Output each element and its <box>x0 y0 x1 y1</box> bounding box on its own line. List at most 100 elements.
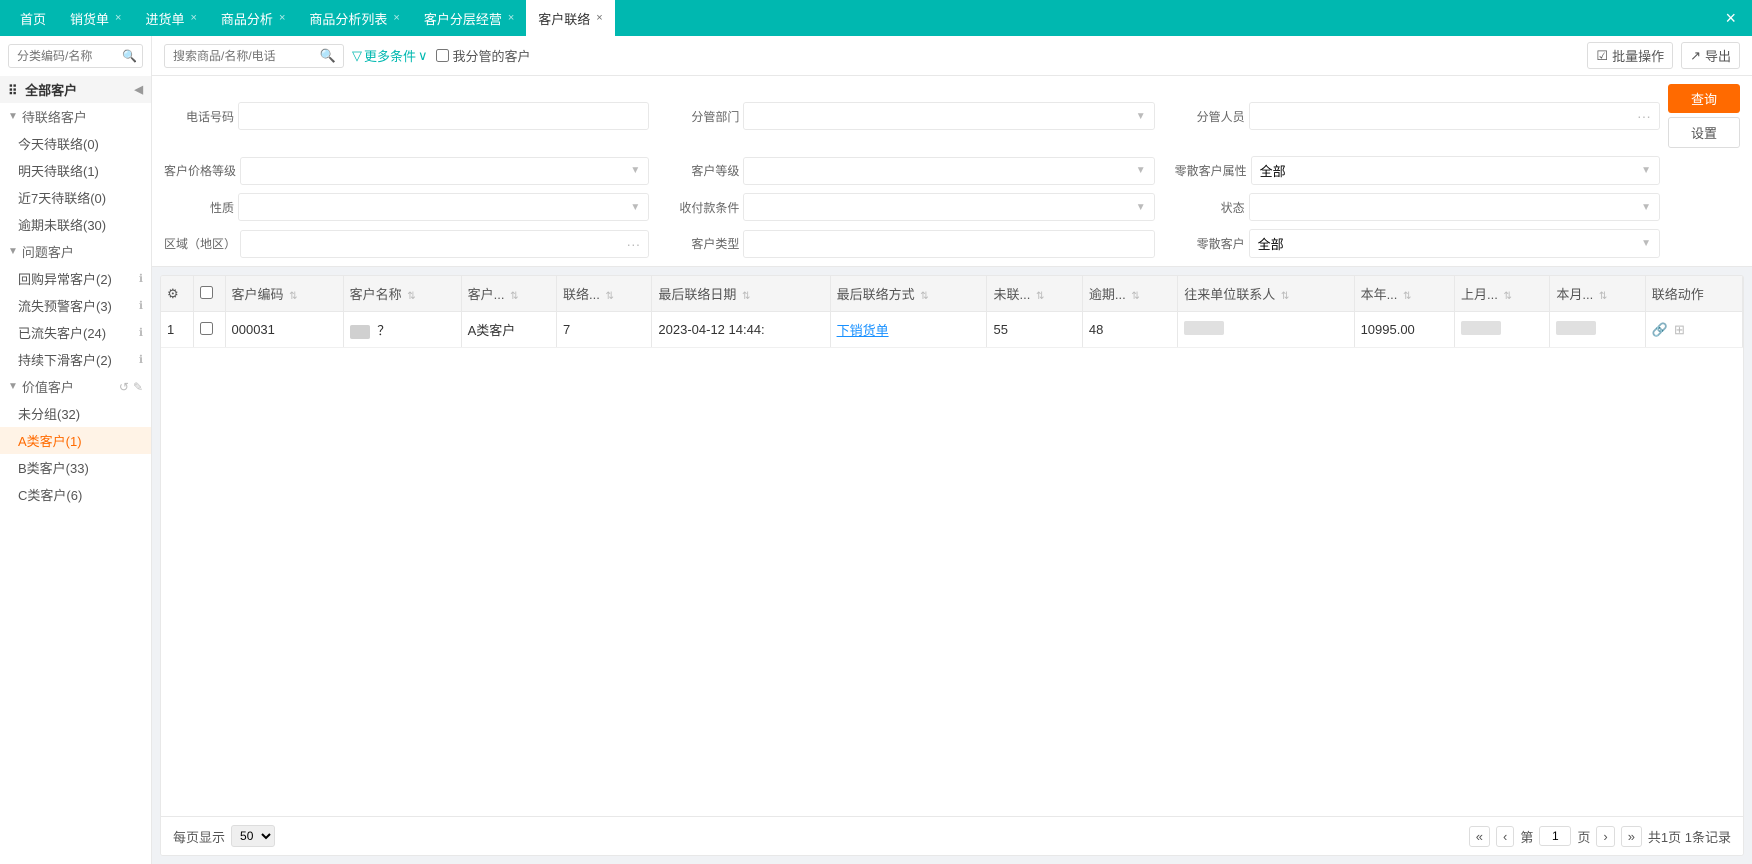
price-level-input[interactable]: ▼ <box>240 157 649 185</box>
close-icon[interactable]: × <box>115 12 121 24</box>
topbar-item-customer-contact[interactable]: 客户联络 × <box>526 0 614 36</box>
pagination-right: « ‹ 第 页 › » 共1页 1条记录 <box>1469 826 1731 847</box>
dept-field: 分管部门 ▼ <box>669 102 1154 130</box>
sidebar-all-customers[interactable]: ⠿ 全部客户 ◀ <box>0 76 151 103</box>
page-number-input[interactable] <box>1539 826 1571 846</box>
topbar-item-home[interactable]: 首页 <box>8 0 58 36</box>
cell-checkbox[interactable] <box>193 312 225 348</box>
col-checkbox[interactable] <box>193 276 225 312</box>
sidebar-item-b-class[interactable]: B类客户(33) <box>0 454 151 481</box>
cell-contact-count: 7 <box>557 312 652 348</box>
first-page-button[interactable]: « <box>1469 826 1490 847</box>
col-settings[interactable]: ⚙ <box>161 276 193 312</box>
sidebar-item-7days[interactable]: 近7天待联络(0) <box>0 184 151 211</box>
col-last-date[interactable]: 最后联络日期 ⇅ <box>652 276 830 312</box>
col-last-method[interactable]: 最后联络方式 ⇅ <box>830 276 987 312</box>
close-icon[interactable]: × <box>596 12 602 24</box>
close-icon[interactable]: × <box>508 12 514 24</box>
next-page-button[interactable]: › <box>1596 826 1614 847</box>
cell-this-year: 10995.00 <box>1354 312 1454 348</box>
sidebar-item-churn-warning[interactable]: 流失预警客户(3) ℹ <box>0 292 151 319</box>
retail-attr-input[interactable]: 全部 ▼ <box>1251 156 1660 185</box>
last-page-button[interactable]: » <box>1621 826 1642 847</box>
customer-level-input[interactable]: ▼ <box>743 157 1154 185</box>
col-contact-count[interactable]: 联络... ⇅ <box>557 276 652 312</box>
my-customers-checkbox[interactable]: 我分管的客户 <box>436 46 531 65</box>
col-contacts[interactable]: 往来单位联系人 ⇅ <box>1178 276 1354 312</box>
price-level-field: 客户价格等级 ▼ <box>164 157 649 185</box>
page-size-select[interactable]: 50 <box>231 825 275 847</box>
status-input[interactable]: ▼ <box>1249 193 1660 221</box>
link-icon[interactable]: 🔗 <box>1652 322 1668 338</box>
col-this-year[interactable]: 本年... ⇅ <box>1354 276 1454 312</box>
close-all-button[interactable]: × <box>1717 8 1744 29</box>
retail-customer-input[interactable]: 全部 ▼ <box>1249 229 1660 258</box>
payment-input[interactable]: ▼ <box>743 193 1154 221</box>
row-checkbox[interactable] <box>200 322 213 335</box>
col-no-contact[interactable]: 未联... ⇅ <box>987 276 1082 312</box>
batch-operation-button[interactable]: ☑ 批量操作 <box>1587 42 1673 69</box>
close-icon[interactable]: × <box>393 12 399 24</box>
sidebar-group-problem[interactable]: ▼ 问题客户 <box>0 238 151 265</box>
more-conditions-button[interactable]: ▽ 更多条件 ∨ <box>352 46 428 65</box>
col-last-month[interactable]: 上月... ⇅ <box>1455 276 1550 312</box>
export-button[interactable]: ↗ 导出 <box>1681 42 1740 69</box>
col-code[interactable]: 客户编码 ⇅ <box>225 276 343 312</box>
col-name[interactable]: 客户名称 ⇅ <box>343 276 461 312</box>
topbar-item-analysis-list[interactable]: 商品分析列表 × <box>297 0 411 36</box>
sidebar-group-pending[interactable]: ▼ 待联络客户 <box>0 103 151 130</box>
filter-search-area: 🔍 <box>164 44 344 68</box>
close-icon[interactable]: × <box>190 12 196 24</box>
topbar-item-sales[interactable]: 销货单 × <box>58 0 133 36</box>
topbar-item-customer-tier[interactable]: 客户分层经营 × <box>412 0 526 36</box>
query-button[interactable]: 查询 <box>1668 84 1740 113</box>
cell-last-method[interactable]: 下销货单 <box>830 312 987 348</box>
chevron-down-icon: ▼ <box>1136 111 1146 122</box>
topbar-item-analysis[interactable]: 商品分析 × <box>209 0 297 36</box>
topbar-item-purchase[interactable]: 进货单 × <box>133 0 208 36</box>
sidebar-search-area: 🔍 <box>0 36 151 76</box>
sidebar-item-today[interactable]: 今天待联络(0) <box>0 130 151 157</box>
sidebar-item-declining[interactable]: 持续下滑客户(2) ℹ <box>0 346 151 373</box>
nature-input[interactable]: ▼ <box>238 193 649 221</box>
phone-input[interactable] <box>238 102 649 130</box>
dept-input[interactable]: ▼ <box>743 102 1154 130</box>
col-overdue[interactable]: 逾期... ⇅ <box>1082 276 1177 312</box>
prev-page-button[interactable]: ‹ <box>1496 826 1514 847</box>
sidebar-item-a-class[interactable]: A类客户(1) <box>0 427 151 454</box>
person-field: 分管人员 ··· <box>1175 102 1660 130</box>
sidebar-item-c-class[interactable]: C类客户(6) <box>0 481 151 508</box>
cell-name: ？ <box>343 312 461 348</box>
customer-type-input[interactable] <box>743 230 1154 258</box>
region-input[interactable]: ··· <box>240 230 649 258</box>
select-all-checkbox[interactable] <box>200 286 213 299</box>
col-type[interactable]: 客户... ⇅ <box>461 276 556 312</box>
table-area: ⚙ 客户编码 ⇅ 客户名称 ⇅ <box>160 275 1744 856</box>
info-icon: ℹ <box>139 353 143 366</box>
sidebar-item-overdue[interactable]: 逾期未联络(30) <box>0 211 151 238</box>
settings-icon[interactable]: ⚙ <box>167 286 179 301</box>
sidebar-item-tomorrow[interactable]: 明天待联络(1) <box>0 157 151 184</box>
edit-icon[interactable]: ✎ <box>133 380 143 394</box>
sort-icon: ⇅ <box>1599 291 1607 302</box>
cell-last-date: 2023-04-12 14:44: <box>652 312 830 348</box>
arrow-down-icon: ▼ <box>8 381 18 392</box>
setting-button[interactable]: 设置 <box>1668 117 1740 148</box>
filter-search-input[interactable] <box>164 44 344 68</box>
col-this-month[interactable]: 本月... ⇅ <box>1550 276 1645 312</box>
retail-attr-field: 零散客户属性 全部 ▼ <box>1175 156 1660 185</box>
table-scroll[interactable]: ⚙ 客户编码 ⇅ 客户名称 ⇅ <box>161 276 1743 816</box>
collapse-icon: ◀ <box>135 83 143 96</box>
dots-icon: ··· <box>626 236 640 252</box>
close-icon[interactable]: × <box>279 12 285 24</box>
sidebar-item-ungrouped[interactable]: 未分组(32) <box>0 400 151 427</box>
person-input[interactable]: ··· <box>1249 102 1660 130</box>
nature-field: 性质 ▼ <box>164 193 649 221</box>
grid-icon[interactable]: ⊞ <box>1674 322 1685 338</box>
sidebar-group-value[interactable]: ▼ 价值客户 ↺ ✎ <box>0 373 151 400</box>
sidebar-item-repurchase-abnormal[interactable]: 回购异常客户(2) ℹ <box>0 265 151 292</box>
chevron-down-icon: ▼ <box>630 202 640 213</box>
sidebar-item-churned[interactable]: 已流失客户(24) ℹ <box>0 319 151 346</box>
refresh-icon[interactable]: ↺ <box>119 380 129 394</box>
sort-icon: ⇅ <box>289 291 297 302</box>
